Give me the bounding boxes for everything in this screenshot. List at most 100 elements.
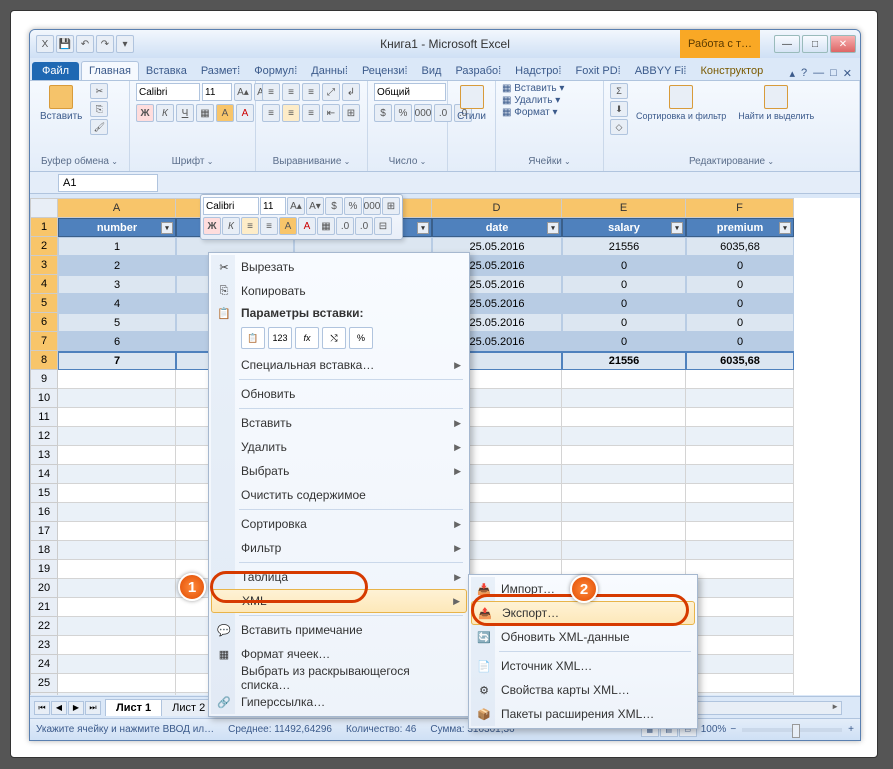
cell-A14[interactable] [58, 465, 176, 484]
cell-F5[interactable]: 0 [686, 294, 794, 313]
wrap-text-icon[interactable]: ↲ [342, 83, 360, 101]
select-all-corner[interactable] [30, 198, 58, 218]
italic-button[interactable]: К [156, 104, 174, 122]
mini-italic-button[interactable]: К [222, 217, 240, 235]
paste-opt-transpose[interactable]: ⤭ [322, 327, 346, 349]
cm-sort[interactable]: Сортировка▶ [211, 512, 467, 536]
cell-E9[interactable] [562, 370, 686, 389]
cell-F20[interactable] [686, 579, 794, 598]
tab-file[interactable]: Файл [32, 62, 79, 80]
cell-E8[interactable]: 21556 [562, 351, 686, 370]
tab-layout[interactable]: Размет⁞ [194, 62, 247, 80]
mini-dec-decimal-icon[interactable]: .0 [355, 217, 373, 235]
cell-A22[interactable] [58, 617, 176, 636]
cell-F10[interactable] [686, 389, 794, 408]
align-middle-icon[interactable]: ≡ [282, 83, 300, 101]
cell-F15[interactable] [686, 484, 794, 503]
mini-font-select[interactable]: Calibri [203, 197, 259, 215]
zoom-in-icon[interactable]: + [848, 724, 854, 735]
cell-A6[interactable]: 5 [58, 313, 176, 332]
save-icon[interactable]: 💾 [56, 35, 74, 53]
cm-dropdown-list[interactable]: Выбрать из раскрывающегося списка… [211, 666, 467, 690]
cell-F24[interactable] [686, 655, 794, 674]
row-header-9[interactable]: 9 [30, 370, 58, 389]
tab-formulas[interactable]: Формул⁞ [247, 62, 304, 80]
row-header-3[interactable]: 3 [30, 256, 58, 275]
mini-merge-icon[interactable]: ⊟ [374, 217, 392, 235]
doc-restore-icon[interactable]: □ [830, 67, 837, 80]
row-header-18[interactable]: 18 [30, 541, 58, 560]
row-header-24[interactable]: 24 [30, 655, 58, 674]
cell-A7[interactable]: 6 [58, 332, 176, 351]
cell-E11[interactable] [562, 408, 686, 427]
tab-review[interactable]: Рецензи⁞ [355, 62, 415, 80]
tab-insert[interactable]: Вставка [139, 62, 194, 80]
filter-dropdown-number[interactable]: ▾ [161, 222, 173, 234]
paste-opt-formulas[interactable]: fx [295, 327, 319, 349]
mini-size-select[interactable]: 11 [260, 197, 286, 215]
font-size-select[interactable]: 11 [202, 83, 232, 101]
grow-font-icon[interactable]: A▴ [234, 83, 252, 101]
mini-align-center-icon[interactable]: ≡ [241, 217, 259, 235]
cm-hyperlink[interactable]: 🔗Гиперссылка… [211, 690, 467, 714]
fill-color-icon[interactable]: A [216, 104, 234, 122]
cell-A21[interactable] [58, 598, 176, 617]
cell-E12[interactable] [562, 427, 686, 446]
cell-F8[interactable]: 6035,68 [686, 351, 794, 370]
zoom-level[interactable]: 100% [701, 724, 727, 735]
doc-close-icon[interactable]: ✕ [843, 67, 852, 80]
align-center-icon[interactable]: ≡ [282, 104, 300, 122]
tab-addins[interactable]: Надстро⁞ [508, 62, 568, 80]
row-header-26[interactable]: 26 [30, 693, 58, 695]
cm-paste-special[interactable]: Специальная вставка…▶ [211, 353, 467, 377]
col-header-F[interactable]: F [686, 198, 794, 218]
indent-dec-icon[interactable]: ⇤ [322, 104, 340, 122]
styles-button[interactable]: Стили [454, 83, 489, 124]
align-top-icon[interactable]: ≡ [262, 83, 280, 101]
paste-button[interactable]: Вставить [36, 83, 86, 124]
cell-A13[interactable] [58, 446, 176, 465]
cell-E15[interactable] [562, 484, 686, 503]
cell-A20[interactable] [58, 579, 176, 598]
name-box[interactable]: A1 [58, 174, 158, 192]
col-header-A[interactable]: A [58, 198, 176, 218]
tab-developer[interactable]: Разрабо⁞ [448, 62, 508, 80]
mini-percent-icon[interactable]: % [344, 197, 362, 215]
row-header-5[interactable]: 5 [30, 294, 58, 313]
paste-opt-all[interactable]: 📋 [241, 327, 265, 349]
cell-E13[interactable] [562, 446, 686, 465]
cell-A17[interactable] [58, 522, 176, 541]
row-header-1[interactable]: 1 [30, 218, 58, 237]
cell-F4[interactable]: 0 [686, 275, 794, 294]
bold-button[interactable]: Ж [136, 104, 154, 122]
mini-format-painter-icon[interactable]: ⊞ [382, 197, 400, 215]
cell-A15[interactable] [58, 484, 176, 503]
cell-A23[interactable] [58, 636, 176, 655]
filter-dropdown-name[interactable]: ▾ [417, 222, 429, 234]
mini-comma-icon[interactable]: 000 [363, 197, 381, 215]
cell-A2[interactable]: 1 [58, 237, 176, 256]
find-select-button[interactable]: Найти и выделить [734, 83, 818, 123]
percent-icon[interactable]: % [394, 104, 412, 122]
cell-F7[interactable]: 0 [686, 332, 794, 351]
tab-data[interactable]: Данны⁞ [304, 62, 355, 80]
cells-insert[interactable]: ▦ Вставить ▾ [502, 83, 564, 94]
merge-icon[interactable]: ⊞ [342, 104, 360, 122]
cell-A18[interactable] [58, 541, 176, 560]
cell-A8[interactable]: 7 [58, 351, 176, 370]
cell-E16[interactable] [562, 503, 686, 522]
mini-currency-icon[interactable]: $ [325, 197, 343, 215]
cell-F25[interactable] [686, 674, 794, 693]
cm-clear[interactable]: Очистить содержимое [211, 483, 467, 507]
sheet-nav-prev[interactable]: ◀ [51, 701, 67, 715]
qat-more-icon[interactable]: ▾ [116, 35, 134, 53]
cell-A16[interactable] [58, 503, 176, 522]
sub-refresh[interactable]: 🔄Обновить XML-данные [471, 625, 695, 649]
cell-E10[interactable] [562, 389, 686, 408]
cut-icon[interactable]: ✂ [90, 83, 108, 99]
cell-A4[interactable]: 3 [58, 275, 176, 294]
sub-export[interactable]: 📤Экспорт… [471, 601, 695, 625]
row-header-22[interactable]: 22 [30, 617, 58, 636]
cell-A26[interactable] [58, 693, 176, 695]
row-header-11[interactable]: 11 [30, 408, 58, 427]
